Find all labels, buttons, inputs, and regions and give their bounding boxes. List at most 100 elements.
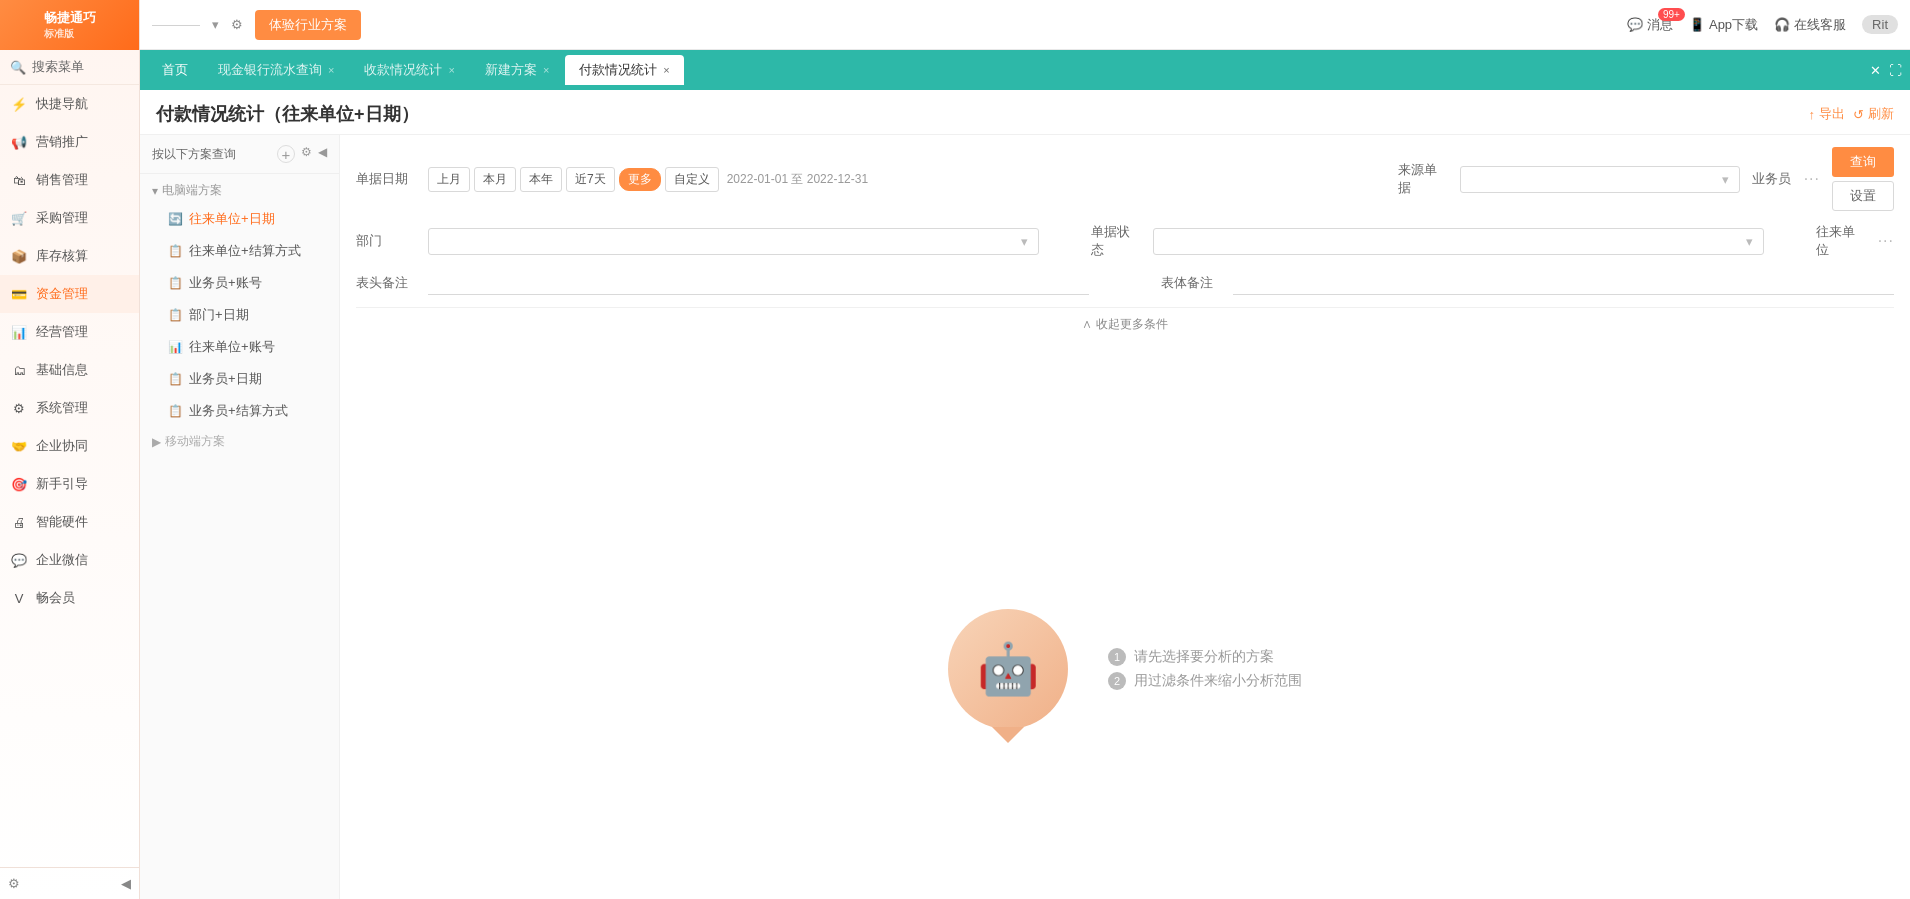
- scheme-active-icon: 🔄: [168, 212, 183, 226]
- sidebar-settings-icon[interactable]: ⚙: [8, 876, 20, 891]
- header-dropdown-icon[interactable]: ▾: [212, 17, 219, 32]
- collapse-icon: ∧: [1082, 317, 1092, 331]
- sidebar-item-wechat[interactable]: 💬 企业微信: [0, 541, 139, 579]
- purchase-icon: 🛒: [10, 209, 28, 227]
- date-btn-this-year[interactable]: 本年: [520, 167, 562, 192]
- finance-icon: 💳: [10, 285, 28, 303]
- sidebar-item-label: 系统管理: [36, 399, 88, 417]
- tab-expand-icon[interactable]: ⛶: [1889, 63, 1902, 78]
- date-btn-7days[interactable]: 近7天: [566, 167, 615, 192]
- refresh-btn[interactable]: ↺ 刷新: [1853, 105, 1894, 123]
- partner-input-dots[interactable]: ···: [1878, 232, 1894, 250]
- sidebar-collapse-icon[interactable]: ◀: [121, 876, 131, 891]
- tab-new-scheme-close[interactable]: ×: [543, 64, 549, 76]
- tab-bank-flow-close[interactable]: ×: [328, 64, 334, 76]
- sidebar-item-hardware[interactable]: 🖨 智能硬件: [0, 503, 139, 541]
- sidebar-item-label: 新手引导: [36, 475, 88, 493]
- query-btn[interactable]: 查询: [1832, 147, 1894, 177]
- tab-new-scheme[interactable]: 新建方案 ×: [471, 55, 563, 85]
- content-area: 按以下方案查询 + ⚙ ◀ ▾ 电脑端方案 🔄 往来单位+日期 📋: [140, 135, 1910, 899]
- sidebar-item-operation[interactable]: 📊 经营管理: [0, 313, 139, 351]
- tab-receipts-stats[interactable]: 收款情况统计 ×: [350, 55, 468, 85]
- search-menu[interactable]: 🔍 搜索菜单: [0, 50, 139, 85]
- notifications-btn[interactable]: 💬 消息 99+: [1627, 16, 1673, 34]
- tab-close-all-icon[interactable]: ✕: [1870, 63, 1881, 78]
- step-2-text: 用过滤条件来缩小分析范围: [1134, 672, 1302, 690]
- sidebar-item-label: 采购管理: [36, 209, 88, 227]
- sidebar-item-label: 快捷导航: [36, 95, 88, 113]
- sidebar-item-inventory[interactable]: 📦 库存核算: [0, 237, 139, 275]
- desktop-expand-icon[interactable]: ▾: [152, 184, 158, 198]
- scheme-partner-settle[interactable]: 📋 往来单位+结算方式: [140, 235, 339, 267]
- search-label: 搜索菜单: [32, 58, 84, 76]
- scheme-dept-date[interactable]: 📋 部门+日期: [140, 299, 339, 331]
- export-icon: ↑: [1809, 107, 1816, 122]
- doc-status-select[interactable]: ▾: [1153, 228, 1764, 255]
- sidebar-item-label: 智能硬件: [36, 513, 88, 531]
- source-doc-arrow: ▾: [1722, 172, 1729, 187]
- tab-receipts-close[interactable]: ×: [448, 64, 454, 76]
- body-note-input[interactable]: [1233, 271, 1894, 295]
- scheme-icon-6: 📋: [168, 404, 183, 418]
- scheme-partner-account[interactable]: 📊 往来单位+账号: [140, 331, 339, 363]
- scheme-partner-date[interactable]: 🔄 往来单位+日期: [140, 203, 339, 235]
- date-range-text: 2022-01-01 至 2022-12-31: [727, 171, 868, 188]
- desktop-section-title: ▾ 电脑端方案: [140, 174, 339, 203]
- sidebar-item-finance[interactable]: 💳 资金管理: [0, 275, 139, 313]
- date-btn-last-month[interactable]: 上月: [428, 167, 470, 192]
- filter-row-2: 部门 ▾ 单据状态 ▾ 往来单位 ···: [356, 223, 1894, 259]
- tab-payment-stats-close[interactable]: ×: [663, 64, 669, 76]
- sidebar-item-guide[interactable]: 🎯 新手引导: [0, 465, 139, 503]
- scheme-settings-icon[interactable]: ⚙: [301, 145, 312, 163]
- scheme-salesman-date[interactable]: 📋 业务员+日期: [140, 363, 339, 395]
- header-settings-icon[interactable]: ⚙: [231, 17, 243, 32]
- sidebar-item-basic-info[interactable]: 🗂 基础信息: [0, 351, 139, 389]
- app-download-btn[interactable]: 📱 App下载: [1689, 16, 1758, 34]
- scheme-salesman-settle[interactable]: 📋 业务员+结算方式: [140, 395, 339, 427]
- tab-bank-flow[interactable]: 现金银行流水查询 ×: [204, 55, 348, 85]
- tab-home[interactable]: 首页: [148, 55, 202, 85]
- sidebar-item-marketing[interactable]: 📢 营销推广: [0, 123, 139, 161]
- trial-btn[interactable]: 体验行业方案: [255, 10, 361, 40]
- sidebar-item-vip[interactable]: V 畅会员: [0, 579, 139, 617]
- sidebar-item-cooperation[interactable]: 🤝 企业协同: [0, 427, 139, 465]
- export-btn[interactable]: ↑ 导出: [1809, 105, 1846, 123]
- scheme-icon-1: 📋: [168, 244, 183, 258]
- username: Rit: [1872, 17, 1888, 32]
- date-btn-this-month[interactable]: 本月: [474, 167, 516, 192]
- date-btn-custom[interactable]: 自定义: [665, 167, 719, 192]
- sidebar-item-label: 畅会员: [36, 589, 75, 607]
- sidebar-item-purchase[interactable]: 🛒 采购管理: [0, 199, 139, 237]
- scheme-label: 往来单位+日期: [189, 210, 275, 228]
- page-actions: ↑ 导出 ↺ 刷新: [1809, 105, 1895, 123]
- scheme-collapse-icon[interactable]: ◀: [318, 145, 327, 163]
- empty-step-1: 1 请先选择要分析的方案: [1108, 648, 1302, 666]
- scheme-panel-title: 按以下方案查询: [152, 146, 236, 163]
- sidebar-item-quick-nav[interactable]: ⚡ 快捷导航: [0, 85, 139, 123]
- header-note-input[interactable]: [428, 271, 1089, 295]
- scheme-salesman-account[interactable]: 📋 业务员+账号: [140, 267, 339, 299]
- collapse-bar[interactable]: ∧ 收起更多条件: [356, 307, 1894, 341]
- dept-select[interactable]: ▾: [428, 228, 1039, 255]
- sidebar-item-label: 库存核算: [36, 247, 88, 265]
- source-doc-select[interactable]: ▾: [1460, 166, 1740, 193]
- add-scheme-btn[interactable]: +: [277, 145, 295, 163]
- mobile-expand-icon: ▶: [152, 435, 161, 449]
- sidebar-item-sales[interactable]: 🛍 销售管理: [0, 161, 139, 199]
- sidebar-item-label: 经营管理: [36, 323, 88, 341]
- empty-steps: 1 请先选择要分析的方案 2 用过滤条件来缩小分析范围: [1108, 648, 1302, 690]
- salesman-input-dots[interactable]: ···: [1804, 170, 1820, 188]
- online-service-btn[interactable]: 🎧 在线客服: [1774, 16, 1846, 34]
- settings-btn[interactable]: 设置: [1832, 181, 1894, 211]
- tab-payment-stats[interactable]: 付款情况统计 ×: [565, 55, 683, 85]
- user-avatar[interactable]: Rit: [1862, 15, 1898, 34]
- marketing-icon: 📢: [10, 133, 28, 151]
- step-num-2: 2: [1108, 672, 1126, 690]
- app-version: 标准版: [44, 27, 96, 41]
- mobile-section[interactable]: ▶ 移动端方案: [140, 427, 339, 456]
- sidebar: 畅捷通巧 标准版 🔍 搜索菜单 ⚡ 快捷导航 📢 营销推广 🛍 销售管理 🛒 采…: [0, 0, 140, 899]
- date-btn-more[interactable]: 更多: [619, 168, 661, 191]
- scheme-icon-5: 📋: [168, 372, 183, 386]
- sidebar-item-system[interactable]: ⚙ 系统管理: [0, 389, 139, 427]
- account-name: ————: [152, 18, 200, 32]
